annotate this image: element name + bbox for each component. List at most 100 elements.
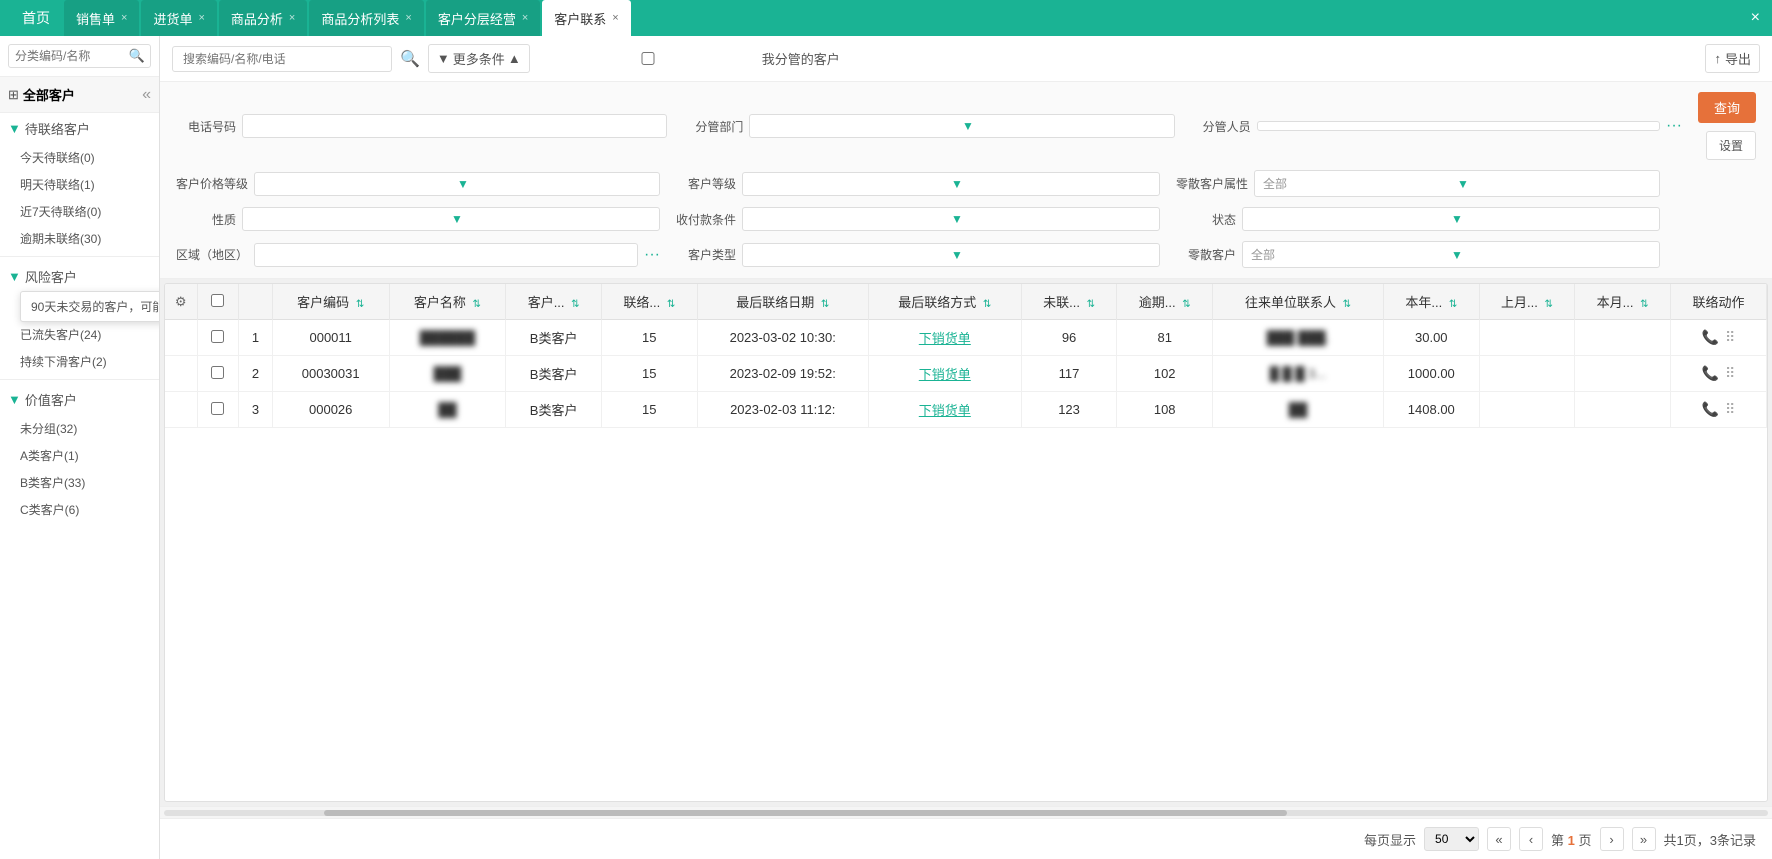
sidebar-search-icon[interactable]: 🔍 — [129, 48, 145, 64]
row1-check[interactable] — [211, 330, 224, 343]
customer-level-select[interactable]: ▼ — [742, 172, 1160, 196]
nav-tab-purchase[interactable]: 进货单 × — [141, 0, 216, 36]
row1-more-icon[interactable]: ⠿ — [1725, 329, 1735, 346]
export-button[interactable]: ↑ 导出 — [1705, 44, 1760, 73]
row3-checkbox[interactable] — [197, 392, 239, 428]
last-page-button[interactable]: » — [1632, 827, 1656, 851]
row1-phone-icon[interactable]: 📞 — [1702, 329, 1719, 346]
region-dots[interactable]: ··· — [644, 246, 660, 264]
table-thisyear-header[interactable]: 本年... ⇅ — [1383, 284, 1479, 320]
close-tab-analysis-list[interactable]: × — [405, 12, 411, 24]
close-tab-analysis[interactable]: × — [289, 12, 295, 24]
sidebar-group-pending[interactable]: ▼ 待联络客户 — [0, 113, 159, 144]
next-page-button[interactable]: › — [1600, 827, 1624, 851]
table-checkbox-header[interactable] — [197, 284, 239, 320]
nature-select[interactable]: ▼ — [242, 207, 660, 231]
sidebar-item-class-a[interactable]: A类客户(1) — [0, 442, 159, 469]
nav-tab-customer-contact[interactable]: 客户联系 × — [542, 0, 630, 36]
nav-home[interactable]: 首页 — [8, 0, 64, 36]
table-level-header[interactable]: 客户... ⇅ — [506, 284, 602, 320]
sidebar-collapse-icon[interactable]: « — [142, 86, 151, 104]
close-tab-customer-layer[interactable]: × — [522, 12, 528, 24]
customer-type-select[interactable]: ▼ — [742, 243, 1160, 267]
sidebar-item-today[interactable]: 今天待联络(0) — [0, 144, 159, 171]
row3-check[interactable] — [211, 402, 224, 415]
status-select[interactable]: ▼ — [1242, 207, 1660, 231]
phone-input[interactable] — [242, 114, 667, 138]
prev-page-button[interactable]: ‹ — [1519, 827, 1543, 851]
table-lastdate-header[interactable]: 最后联络日期 ⇅ — [697, 284, 868, 320]
sidebar-group-risk[interactable]: ▼ 风险客户 90天未交易的客户，可能有流失风险。 — [0, 261, 159, 292]
nav-tab-sales[interactable]: 销售单 × — [64, 0, 139, 36]
row1-unitcontact: ███ ███. — [1213, 320, 1384, 356]
query-button[interactable]: 查询 — [1698, 92, 1756, 123]
row3-lastway[interactable]: 下销货单 — [868, 392, 1021, 428]
close-tab-customer-contact[interactable]: × — [612, 12, 618, 24]
nav-tab-analysis[interactable]: 商品分析 × — [219, 0, 307, 36]
table-lastway-header[interactable]: 最后联络方式 ⇅ — [868, 284, 1021, 320]
table-lastmonth-header[interactable]: 上月... ⇅ — [1479, 284, 1575, 320]
sidebar-item-tomorrow[interactable]: 明天待联络(1) — [0, 171, 159, 198]
row3-lastmonth — [1479, 392, 1575, 428]
row2-more-icon[interactable]: ⠿ — [1725, 365, 1735, 382]
per-page-select[interactable]: 50 100 200 — [1424, 827, 1479, 851]
sidebar-item-declining[interactable]: 持续下滑客户(2) — [0, 348, 159, 375]
chevron-up-icon: ▲ — [508, 51, 521, 66]
sidebar-item-ungrouped[interactable]: 未分组(32) — [0, 415, 159, 442]
sidebar-item-7days[interactable]: 近7天待联络(0) — [0, 198, 159, 225]
table-name-header[interactable]: 客户名称 ⇅ — [389, 284, 506, 320]
select-all-checkbox[interactable] — [211, 294, 224, 307]
sidebar-all-customers[interactable]: ⊞ 全部客户 « — [0, 77, 159, 113]
sidebar-item-class-b[interactable]: B类客户(33) — [0, 469, 159, 496]
my-customers-checkbox[interactable] — [538, 52, 758, 65]
row1-lastway[interactable]: 下销货单 — [868, 320, 1021, 356]
sidebar-item-overdue[interactable]: 逾期未联络(30) — [0, 225, 159, 252]
table-contact-header[interactable]: 联络... ⇅ — [601, 284, 697, 320]
row2-lastway[interactable]: 下销货单 — [868, 356, 1021, 392]
table-code-header[interactable]: 客户编码 ⇅ — [272, 284, 389, 320]
scatter-attr-select[interactable]: 全部 ▼ — [1254, 170, 1660, 197]
manager-dots[interactable]: ··· — [1666, 117, 1682, 135]
search-input[interactable] — [172, 46, 392, 72]
sidebar-item-churned[interactable]: 已流失客户(24) — [0, 321, 159, 348]
nav-tab-customer-layer[interactable]: 客户分层经营 × — [426, 0, 540, 36]
row2-lastdate: 2023-02-09 19:52: — [697, 356, 868, 392]
arrow-icon-value: ▼ — [8, 392, 21, 407]
row1-checkbox[interactable] — [197, 320, 239, 356]
dept-select[interactable]: ▼ — [749, 114, 1174, 138]
row2-phone-icon[interactable]: 📞 — [1702, 365, 1719, 382]
setting-button[interactable]: 设置 — [1706, 131, 1756, 160]
phone-label: 电话号码 — [176, 118, 236, 135]
row2-name: ███ — [389, 356, 506, 392]
more-conditions-button[interactable]: ▼ 更多条件 ▲ — [428, 44, 530, 73]
sidebar-group-value[interactable]: ▼ 价值客户 — [0, 384, 159, 415]
sidebar-item-class-c[interactable]: C类客户(6) — [0, 496, 159, 523]
nature-label: 性质 — [176, 211, 236, 228]
row2-check[interactable] — [211, 366, 224, 379]
close-tab-sales[interactable]: × — [121, 12, 127, 24]
my-customers-checkbox-label[interactable]: 我分管的客户 — [538, 49, 840, 68]
table-overdue-header[interactable]: 逾期... ⇅ — [1117, 284, 1213, 320]
horizontal-scrollbar[interactable] — [160, 806, 1772, 818]
row3-phone-icon[interactable]: 📞 — [1702, 401, 1719, 418]
search-button[interactable]: 🔍 — [400, 49, 420, 69]
price-level-select[interactable]: ▼ — [254, 172, 660, 196]
row2-checkbox[interactable] — [197, 356, 239, 392]
table-unitcontact-header[interactable]: 往来单位联系人 ⇅ — [1213, 284, 1384, 320]
scatter-select[interactable]: 全部 ▼ — [1242, 241, 1660, 268]
sidebar-search-area: 🔍 — [0, 36, 159, 77]
close-all-button[interactable]: × — [1751, 9, 1760, 27]
first-page-button[interactable]: « — [1487, 827, 1511, 851]
payment-select[interactable]: ▼ — [742, 207, 1160, 231]
table-uncontacted-header[interactable]: 未联... ⇅ — [1021, 284, 1117, 320]
scrollbar-track[interactable] — [164, 810, 1768, 816]
close-tab-purchase[interactable]: × — [198, 12, 204, 24]
table-thismonth-header[interactable]: 本月... ⇅ — [1575, 284, 1671, 320]
region-input[interactable] — [254, 243, 638, 267]
table-settings-header[interactable]: ⚙ — [165, 284, 197, 320]
manager-select[interactable] — [1257, 121, 1660, 131]
nav-tab-analysis-list[interactable]: 商品分析列表 × — [309, 0, 423, 36]
row3-more-icon[interactable]: ⠿ — [1725, 401, 1735, 418]
scrollbar-thumb[interactable] — [324, 810, 1286, 816]
customer-table: ⚙ 客户编码 ⇅ 客户名称 ⇅ 客户... ⇅ — [165, 284, 1767, 428]
